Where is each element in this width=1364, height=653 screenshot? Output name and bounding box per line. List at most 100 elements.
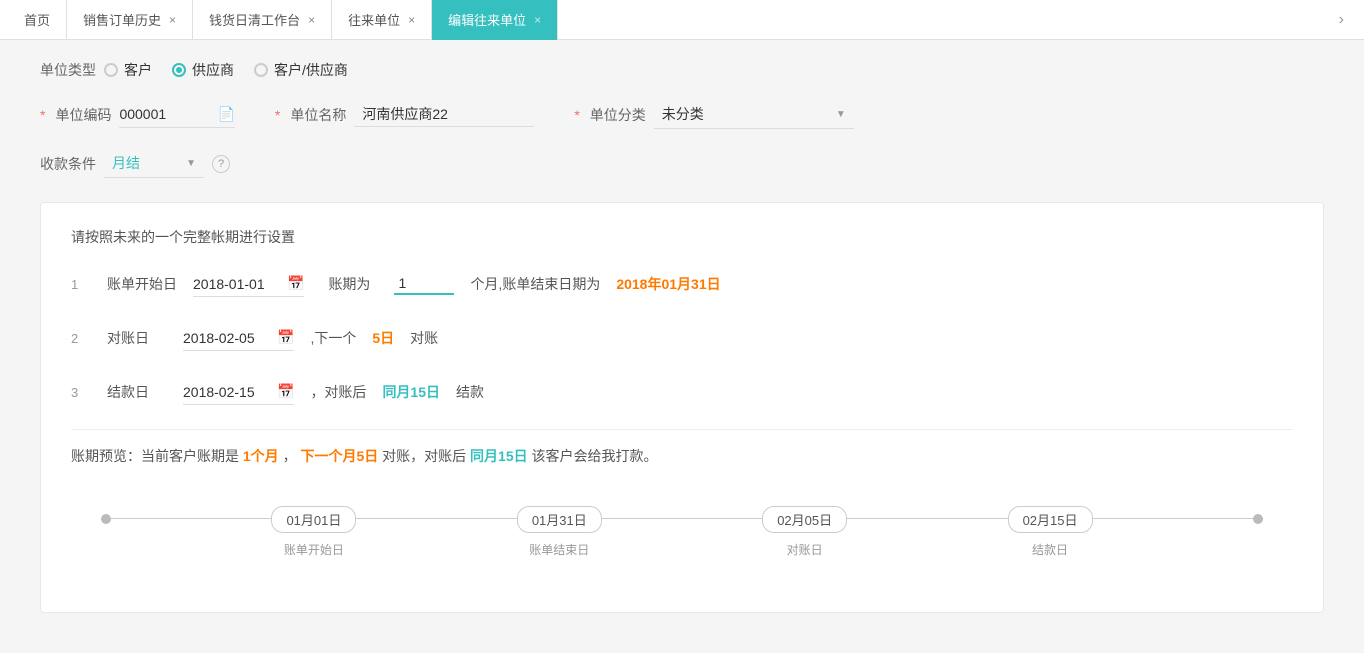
payment-terms-help-icon[interactable]: ? [212, 155, 230, 173]
unit-category-label: 单位分类 [590, 105, 646, 125]
preview-highlight2: 下一个月5日 [300, 448, 378, 464]
preview-sep2: 对账，对账后 [382, 448, 466, 464]
payment-terms-value: 月结 [112, 153, 178, 173]
tab-partner-units-label: 往来单位 [348, 10, 400, 29]
unit-name-required: * [275, 107, 280, 123]
unit-category-value: 未分类 [662, 104, 828, 124]
tab-edit-partner-unit[interactable]: 编辑往来单位 × [432, 0, 558, 40]
tab-expand-button[interactable]: › [1327, 11, 1356, 29]
unit-type-label: 单位类型 [40, 60, 96, 80]
row-1-period-unit: 个月,账单结束日期为 [470, 274, 600, 294]
radio-customer-supplier-circle [254, 63, 268, 77]
tab-cash-work-desk[interactable]: 钱货日清工作台 × [193, 0, 332, 40]
unit-code-icon[interactable]: 📄 [217, 106, 234, 123]
settings-row-2: 2 对账日 📅 ,下一个 5日 对账 [71, 325, 1293, 351]
unit-type-row: 单位类型 客户 供应商 客户/供应商 [40, 60, 1324, 80]
timeline-left-dot [101, 514, 111, 524]
row-3-suffix-pre: ，对账后 [310, 382, 366, 402]
timeline-node-4: 02月15日 结款日 [1008, 506, 1093, 558]
help-question-mark: ? [218, 158, 224, 170]
unit-type-field: 单位类型 客户 供应商 客户/供应商 [40, 60, 348, 80]
node-3-label: 对账日 [787, 541, 823, 558]
tab-home[interactable]: 首页 [8, 0, 67, 40]
payment-terms-label: 收款条件 [40, 154, 96, 174]
tab-sales-order-history-label: 销售订单历史 [83, 10, 161, 29]
preview-prefix: 账期预览：当前客户账期是 [71, 448, 239, 464]
timeline-container: 01月01日 账单开始日 01月31日 账单结束日 02月05日 对账日 02月… [71, 496, 1293, 588]
unit-code-label: 单位编码 [55, 105, 111, 125]
unit-name-input[interactable] [354, 102, 534, 127]
unit-category-arrow: ▼ [836, 109, 846, 120]
row-1-num: 1 [71, 277, 91, 292]
tab-cash-work-desk-close[interactable]: × [308, 13, 315, 27]
row-1-suffix-label: 账期为 [328, 274, 370, 294]
settings-title: 请按照未来的一个完整帐期进行设置 [71, 227, 1293, 247]
row-2-suffix-post: 对账 [410, 328, 438, 348]
radio-supplier[interactable]: 供应商 [172, 60, 234, 80]
row-2-date-wrap: 📅 [183, 325, 294, 351]
row-1-label: 账单开始日 [107, 274, 177, 294]
unit-code-required: * [40, 107, 45, 123]
timeline-left-endpoint [101, 506, 111, 524]
settings-box: 请按照未来的一个完整帐期进行设置 1 账单开始日 📅 账期为 个月,账单结束日期… [40, 202, 1324, 613]
unit-code-input-wrap: 📄 [119, 102, 234, 128]
unit-code-input[interactable] [119, 106, 209, 122]
preview-suffix: 该客户会给我打款。 [532, 448, 658, 464]
row-2-suffix-pre: ,下一个 [310, 328, 356, 348]
radio-customer[interactable]: 客户 [104, 60, 152, 80]
row-3-suffix-highlight: 同月15日 [382, 382, 440, 402]
timeline-nodes: 01月01日 账单开始日 01月31日 账单结束日 02月05日 对账日 02月… [101, 506, 1263, 558]
unit-category-select[interactable]: 未分类 ▼ [654, 100, 854, 129]
page-content: 单位类型 客户 供应商 客户/供应商 [0, 40, 1364, 653]
node-2-label: 账单结束日 [529, 541, 589, 558]
unit-details-row: * 单位编码 📄 * 单位名称 * 单位分类 未分类 ▼ [40, 100, 1324, 129]
settings-row-3: 3 结款日 📅 ，对账后 同月15日 结款 [71, 379, 1293, 405]
timeline-node-3: 02月05日 对账日 [762, 506, 847, 558]
tab-partner-units-close[interactable]: × [408, 13, 415, 27]
node-4-label: 结款日 [1032, 541, 1068, 558]
row-2-label: 对账日 [107, 328, 167, 348]
row-1-calendar-icon[interactable]: 📅 [287, 275, 304, 292]
row-2-calendar-icon[interactable]: 📅 [277, 329, 294, 346]
row-3-num: 3 [71, 385, 91, 400]
timeline-right-endpoint [1253, 506, 1263, 524]
radio-supplier-circle [172, 63, 186, 77]
radio-supplier-label: 供应商 [192, 60, 234, 80]
node-4-badge: 02月15日 [1008, 506, 1093, 533]
preview-highlight3: 同月15日 [470, 448, 528, 464]
tab-sales-order-history[interactable]: 销售订单历史 × [67, 0, 193, 40]
payment-terms-field: 收款条件 月结 ▼ ? [40, 149, 230, 178]
row-3-date-input[interactable] [183, 384, 273, 400]
tab-sales-order-history-close[interactable]: × [169, 13, 176, 27]
node-1-label: 账单开始日 [284, 541, 344, 558]
payment-terms-select[interactable]: 月结 ▼ [104, 149, 204, 178]
row-2-suffix-highlight: 5日 [372, 328, 394, 348]
tab-home-label: 首页 [24, 10, 50, 29]
row-3-label: 结款日 [107, 382, 167, 402]
row-2-date-input[interactable] [183, 330, 273, 346]
row-3-calendar-icon[interactable]: 📅 [277, 383, 294, 400]
radio-customer-circle [104, 63, 118, 77]
payment-terms-row: 收款条件 月结 ▼ ? [40, 149, 1324, 178]
payment-terms-arrow: ▼ [186, 158, 196, 169]
row-3-suffix-post: 结款 [456, 382, 484, 402]
timeline-node-2: 01月31日 账单结束日 [517, 506, 602, 558]
unit-code-field: * 单位编码 📄 [40, 102, 235, 128]
tab-cash-work-desk-label: 钱货日清工作台 [209, 10, 300, 29]
radio-customer-supplier[interactable]: 客户/供应商 [254, 60, 348, 80]
radio-customer-label: 客户 [124, 60, 152, 80]
node-2-badge: 01月31日 [517, 506, 602, 533]
settings-row-1: 1 账单开始日 📅 账期为 个月,账单结束日期为 2018年01月31日 [71, 271, 1293, 297]
preview-sep1: ， [283, 448, 297, 464]
row-3-date-wrap: 📅 [183, 379, 294, 405]
row-1-date-wrap: 📅 [193, 271, 304, 297]
unit-category-required: * [574, 107, 579, 123]
timeline-right-dot [1253, 514, 1263, 524]
row-1-date-input[interactable] [193, 276, 283, 292]
preview-text: 账期预览：当前客户账期是 1个月 ， 下一个月5日 对账，对账后 同月15日 该… [71, 446, 1293, 466]
row-1-period-end: 2018年01月31日 [616, 274, 720, 294]
tab-edit-partner-unit-close[interactable]: × [534, 13, 541, 27]
tab-partner-units[interactable]: 往来单位 × [332, 0, 432, 40]
row-1-period-input[interactable] [394, 273, 454, 295]
node-3-badge: 02月05日 [762, 506, 847, 533]
